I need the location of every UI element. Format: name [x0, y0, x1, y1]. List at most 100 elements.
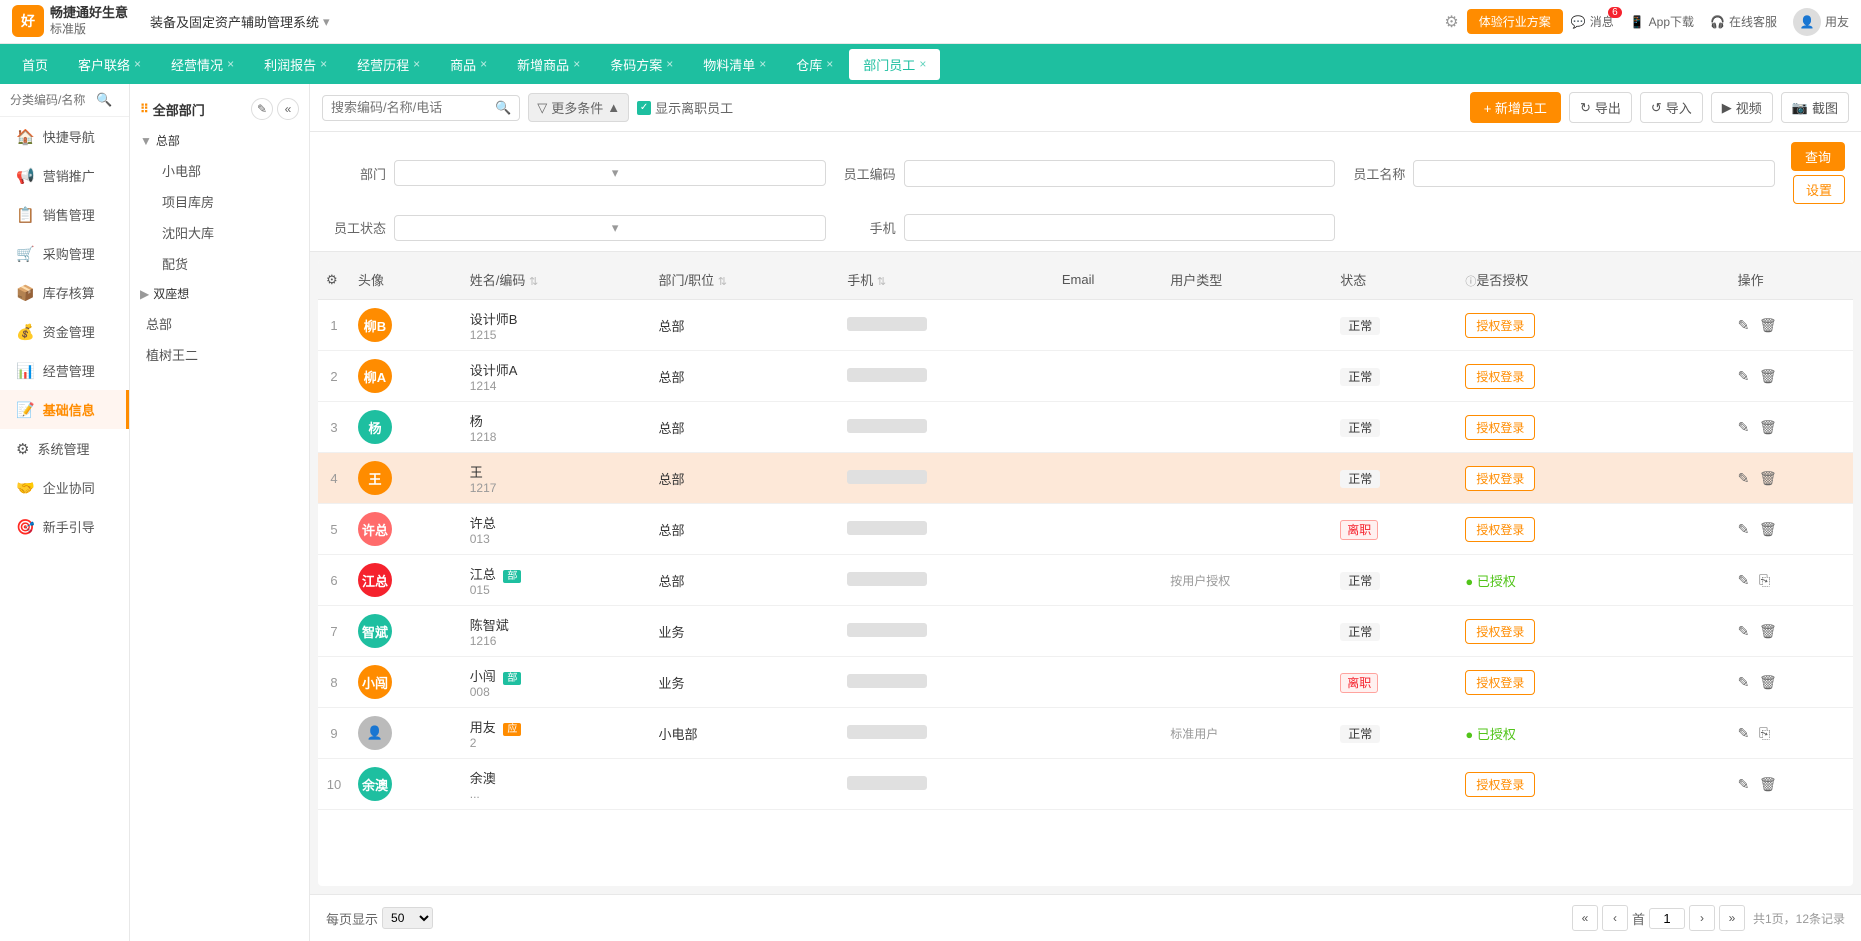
search-button[interactable]: 查询 — [1791, 142, 1845, 171]
import-button[interactable]: ↺ 导入 — [1640, 92, 1703, 123]
tab-operation[interactable]: 经营情况 × — [157, 49, 248, 80]
tab-barcode[interactable]: 条码方案 × — [596, 49, 687, 80]
sidebar-item-guide[interactable]: 🎯 新手引导 — [0, 507, 129, 546]
tab-bom-close[interactable]: × — [759, 57, 766, 71]
edit-btn-2[interactable]: ✎ — [1738, 368, 1750, 384]
screenshot-button[interactable]: 📷 截图 — [1781, 92, 1849, 123]
tab-employee[interactable]: 部门员工 × — [849, 49, 940, 80]
tab-profit[interactable]: 利润报告 × — [250, 49, 341, 80]
tab-customer-close[interactable]: × — [134, 57, 141, 71]
trial-button[interactable]: 体验行业方案 — [1467, 9, 1563, 34]
gear-icon[interactable]: ⚙ — [1444, 12, 1458, 32]
dept-collapse-btn[interactable]: « — [277, 98, 299, 120]
sidebar-search-icon[interactable]: 🔍 — [96, 92, 112, 108]
add-employee-button[interactable]: + 新增员工 — [1470, 92, 1561, 123]
emp-code-filter-input[interactable] — [904, 160, 1336, 187]
tab-new-goods-close[interactable]: × — [573, 57, 580, 71]
dept-item-peihuo[interactable]: 配货 — [146, 248, 309, 279]
tab-goods[interactable]: 商品 × — [436, 49, 501, 80]
col-name[interactable]: 姓名/编码 ⇅ — [462, 260, 651, 300]
tab-barcode-close[interactable]: × — [666, 57, 673, 71]
tab-operation-close[interactable]: × — [227, 57, 234, 71]
resigned-checkbox[interactable]: ✓ — [637, 101, 651, 115]
export-button[interactable]: ↻ 导出 — [1569, 92, 1632, 123]
sidebar-item-inventory[interactable]: 📦 库存核算 — [0, 273, 129, 312]
dept-item-zhishu[interactable]: 植树王二 — [130, 339, 309, 370]
edit-btn-6[interactable]: ✎ — [1738, 572, 1750, 588]
auth-btn-10[interactable]: 授权登录 — [1465, 772, 1535, 797]
tab-goods-close[interactable]: × — [480, 57, 487, 71]
dept-item-shenyang[interactable]: 沈阳大库 — [146, 217, 309, 248]
settings-button[interactable]: 设置 — [1793, 175, 1845, 204]
delete-btn-4[interactable]: 🗑 — [1759, 470, 1777, 486]
tab-home[interactable]: 首页 — [8, 49, 62, 80]
search-input[interactable] — [331, 100, 491, 115]
last-page-btn[interactable]: » — [1719, 905, 1745, 931]
dept-all-btn[interactable]: ⠿ 全部部门 — [140, 100, 205, 119]
user-area[interactable]: 👤 用友 — [1793, 8, 1849, 36]
tab-profit-close[interactable]: × — [320, 57, 327, 71]
delete-btn-2[interactable]: 🗑 — [1759, 368, 1777, 384]
phone-filter-input[interactable] — [904, 214, 1336, 241]
emp-status-filter-select[interactable]: ▾ — [394, 215, 826, 241]
dept-item-project[interactable]: 项目库房 — [146, 186, 309, 217]
auth-btn-2[interactable]: 授权登录 — [1465, 364, 1535, 389]
copy-btn-6[interactable]: ⎘ — [1759, 572, 1770, 588]
sidebar-item-marketing[interactable]: 📢 营销推广 — [0, 156, 129, 195]
col-phone[interactable]: 手机 ⇅ — [839, 260, 1054, 300]
edit-btn-5[interactable]: ✎ — [1738, 521, 1750, 537]
search-icon[interactable]: 🔍 — [495, 100, 511, 116]
delete-btn-10[interactable]: 🗑 — [1759, 776, 1777, 792]
video-button[interactable]: ▶ 视频 — [1711, 92, 1773, 123]
auth-btn-7[interactable]: 授权登录 — [1465, 619, 1535, 644]
edit-btn-3[interactable]: ✎ — [1738, 419, 1750, 435]
next-page-btn[interactable]: › — [1689, 905, 1715, 931]
tab-employee-close[interactable]: × — [919, 57, 926, 71]
edit-btn-1[interactable]: ✎ — [1738, 317, 1750, 333]
dept-item-zongbu[interactable]: 总部 — [130, 308, 309, 339]
sidebar-item-purchase[interactable]: 🛒 采购管理 — [0, 234, 129, 273]
sidebar-item-business[interactable]: 📊 经营管理 — [0, 351, 129, 390]
delete-btn-1[interactable]: 🗑 — [1759, 317, 1777, 333]
col-settings[interactable]: ⚙ — [318, 260, 350, 300]
col-dept[interactable]: 部门/职位 ⇅ — [651, 260, 840, 300]
tab-customer[interactable]: 客户联络 × — [64, 49, 155, 80]
copy-btn-9[interactable]: ⎘ — [1759, 725, 1770, 741]
first-page-btn[interactable]: « — [1572, 905, 1598, 931]
per-page-select[interactable]: 50 100 200 — [382, 907, 433, 929]
filter-more-btn[interactable]: ▽ 更多条件 ▲ — [528, 93, 629, 122]
sidebar-item-finance[interactable]: 💰 资金管理 — [0, 312, 129, 351]
delete-btn-7[interactable]: 🗑 — [1759, 623, 1777, 639]
delete-btn-8[interactable]: 🗑 — [1759, 674, 1777, 690]
sidebar-item-collab[interactable]: 🤝 企业协同 — [0, 468, 129, 507]
tab-bom[interactable]: 物料清单 × — [689, 49, 780, 80]
tab-warehouse[interactable]: 仓库 × — [782, 49, 847, 80]
emp-name-filter-input[interactable] — [1413, 160, 1775, 187]
show-resigned-check[interactable]: ✓ 显示离职员工 — [637, 98, 733, 117]
edit-btn-10[interactable]: ✎ — [1738, 776, 1750, 792]
edit-btn-9[interactable]: ✎ — [1738, 725, 1750, 741]
dept-group-shuangzuo[interactable]: ▶ 双座想 — [130, 279, 309, 308]
tab-new-goods[interactable]: 新增商品 × — [503, 49, 594, 80]
prev-page-btn[interactable]: ‹ — [1602, 905, 1628, 931]
tab-warehouse-close[interactable]: × — [826, 57, 833, 71]
sidebar-item-system[interactable]: ⚙ 系统管理 — [0, 429, 129, 468]
auth-btn-1[interactable]: 授权登录 — [1465, 313, 1535, 338]
edit-btn-7[interactable]: ✎ — [1738, 623, 1750, 639]
page-number-input[interactable] — [1649, 908, 1685, 929]
auth-btn-8[interactable]: 授权登录 — [1465, 670, 1535, 695]
dept-filter-select[interactable]: ▾ — [394, 160, 826, 186]
message-btn[interactable]: 💬 消息 6 — [1571, 13, 1614, 30]
sidebar-item-quick-nav[interactable]: 🏠 快捷导航 — [0, 117, 129, 156]
auth-btn-5[interactable]: 授权登录 — [1465, 517, 1535, 542]
sidebar-item-basic-info[interactable]: 📝 基础信息 — [0, 390, 129, 429]
sidebar-search-input[interactable] — [10, 93, 90, 107]
system-dropdown-icon[interactable]: ▾ — [323, 14, 330, 30]
dept-item-xiaodian[interactable]: 小电部 — [146, 155, 309, 186]
edit-btn-8[interactable]: ✎ — [1738, 674, 1750, 690]
tab-history-close[interactable]: × — [413, 57, 420, 71]
edit-btn-4[interactable]: ✎ — [1738, 470, 1750, 486]
auth-btn-4[interactable]: 授权登录 — [1465, 466, 1535, 491]
tab-history[interactable]: 经营历程 × — [343, 49, 434, 80]
delete-btn-5[interactable]: 🗑 — [1759, 521, 1777, 537]
